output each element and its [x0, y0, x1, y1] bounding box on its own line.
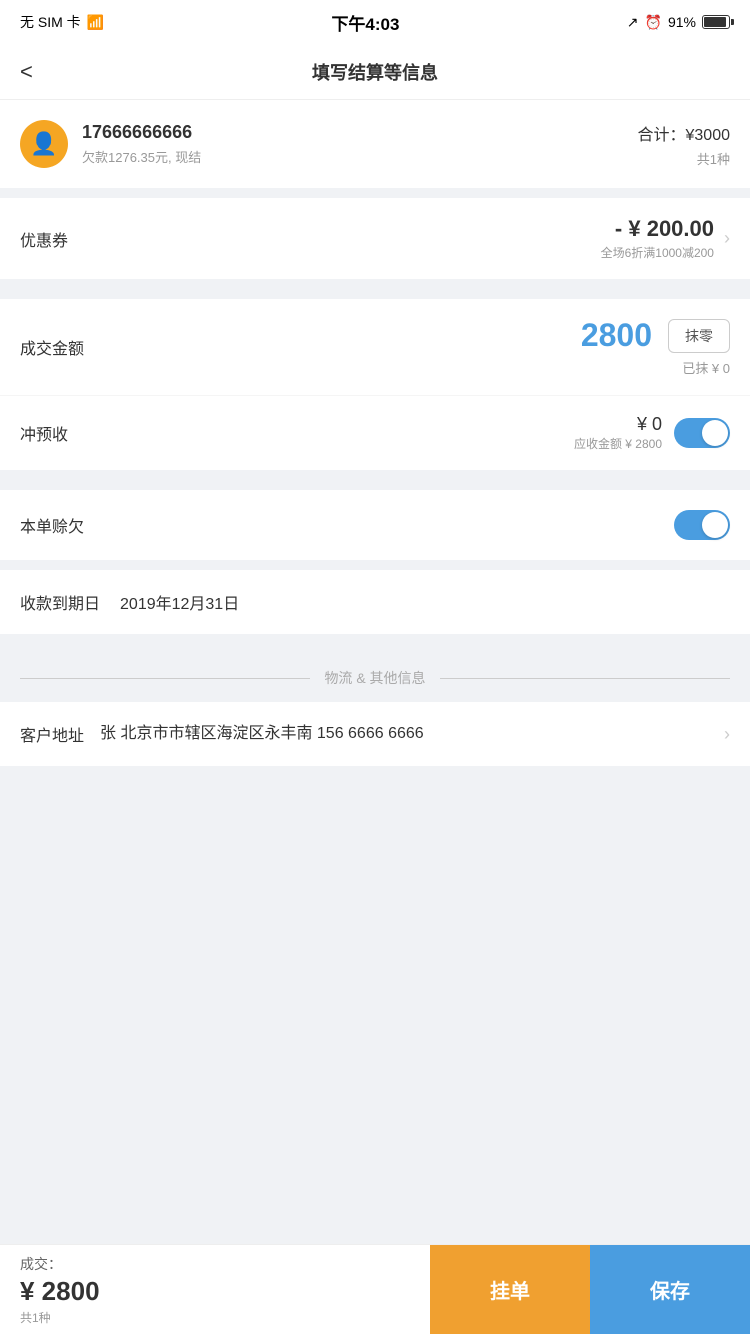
prepay-label: 冲预收: [20, 421, 100, 445]
prepay-amount: ¥ 0: [574, 414, 662, 435]
deal-amount-right: 2800 抹零 已抹 ¥ 0: [581, 317, 730, 377]
coupon-label: 优惠券: [20, 227, 68, 251]
prepay-toggle[interactable]: [674, 418, 730, 448]
customer-total: 合计：¥3000: [637, 121, 730, 145]
location-icon: ↗: [627, 14, 639, 31]
address-label: 客户地址: [20, 722, 90, 746]
customer-right: 合计：¥3000 共1种: [637, 121, 730, 168]
battery-text: 91%: [668, 14, 696, 30]
round-button[interactable]: 抹零: [668, 319, 730, 353]
coupon-row[interactable]: 优惠券 - ¥ 200.00 全场6折满1000减200 ›: [0, 198, 750, 279]
wifi-icon: 📶: [87, 14, 104, 31]
logistics-header: 物流 & 其他信息: [0, 654, 750, 702]
address-chevron-icon: ›: [724, 724, 730, 745]
hold-button[interactable]: 挂单: [430, 1245, 590, 1334]
alarm-icon: ⏰: [645, 14, 662, 31]
bottom-deal-amount: ¥ 2800: [20, 1276, 410, 1307]
status-time: 下午4:03: [331, 10, 399, 35]
carrier-text: 无 SIM 卡: [20, 12, 81, 32]
duedate-value: 2019年12月31日: [120, 590, 239, 614]
customer-phone: 17666666666: [82, 122, 201, 143]
status-right: ↗ ⏰ 91%: [627, 14, 730, 31]
avatar: 👤: [20, 120, 68, 168]
prepay-sub: 应收金额 ¥ 2800: [574, 435, 662, 452]
deal-amount-group: 2800 抹零: [581, 317, 730, 354]
duedate-label: 收款到期日: [20, 590, 100, 614]
deal-amount-row: 成交金额 2800 抹零 已抹 ¥ 0: [0, 299, 750, 396]
customer-info: 17666666666 欠款1276.35元, 现结: [82, 122, 201, 166]
logistics-line-left: [20, 678, 310, 679]
status-left: 无 SIM 卡 📶: [20, 12, 104, 32]
deal-amount-label: 成交金额: [20, 335, 100, 359]
customer-card: 👤 17666666666 欠款1276.35元, 现结 合计：¥3000 共1…: [0, 100, 750, 188]
coupon-right: - ¥ 200.00 全场6折满1000减200 ›: [601, 216, 730, 261]
customer-debt: 欠款1276.35元, 现结: [82, 147, 201, 166]
debt-label: 本单赊欠: [20, 513, 100, 537]
status-bar: 无 SIM 卡 📶 下午4:03 ↗ ⏰ 91%: [0, 0, 750, 44]
debt-toggle-knob: [702, 512, 728, 538]
save-button[interactable]: 保存: [590, 1245, 750, 1334]
coupon-amount: - ¥ 200.00: [601, 216, 714, 242]
debt-row: 本单赊欠: [0, 490, 750, 560]
prepay-right: ¥ 0 应收金额 ¥ 2800: [574, 414, 730, 452]
nav-bar: < 填写结算等信息: [0, 44, 750, 100]
toggle-knob: [702, 420, 728, 446]
customer-count: 共1种: [637, 149, 730, 168]
coupon-desc: 全场6折满1000减200: [601, 244, 714, 261]
chevron-right-icon: ›: [724, 228, 730, 249]
logistics-title: 物流 & 其他信息: [324, 668, 425, 688]
debt-toggle[interactable]: [674, 510, 730, 540]
duedate-row: 收款到期日 2019年12月31日: [0, 570, 750, 634]
bottom-bar: 成交： ¥ 2800 共1种 挂单 保存: [0, 1244, 750, 1334]
deal-amount-section: 成交金额 2800 抹零 已抹 ¥ 0 冲预收 ¥ 0 应收金额 ¥ 2800: [0, 299, 750, 470]
address-row[interactable]: 客户地址 张 北京市市辖区海淀区永丰南 156 6666 6666 ›: [0, 702, 750, 766]
total-label: 合计：: [637, 127, 685, 144]
bottom-info: 成交： ¥ 2800 共1种: [0, 1254, 430, 1326]
bottom-count: 共1种: [20, 1309, 410, 1326]
prepay-row: 冲预收 ¥ 0 应收金额 ¥ 2800: [0, 396, 750, 470]
total-amount: ¥3000: [686, 127, 731, 144]
logistics-line-right: [440, 678, 730, 679]
main-content: 👤 17666666666 欠款1276.35元, 现结 合计：¥3000 共1…: [0, 100, 750, 866]
bottom-deal-label: 成交：: [20, 1254, 410, 1274]
address-value: 张 北京市市辖区海淀区永丰南 156 6666 6666: [100, 722, 714, 746]
deal-amount-value: 2800: [581, 317, 652, 354]
back-button[interactable]: <: [12, 51, 41, 93]
battery-icon: [702, 15, 730, 29]
deal-amount-sub: 已抹 ¥ 0: [581, 358, 730, 377]
section-divider-2: [0, 480, 750, 490]
section-divider-1: [0, 289, 750, 299]
section-divider-3: [0, 644, 750, 654]
page-title: 填写结算等信息: [312, 59, 438, 85]
customer-left: 👤 17666666666 欠款1276.35元, 现结: [20, 120, 201, 168]
